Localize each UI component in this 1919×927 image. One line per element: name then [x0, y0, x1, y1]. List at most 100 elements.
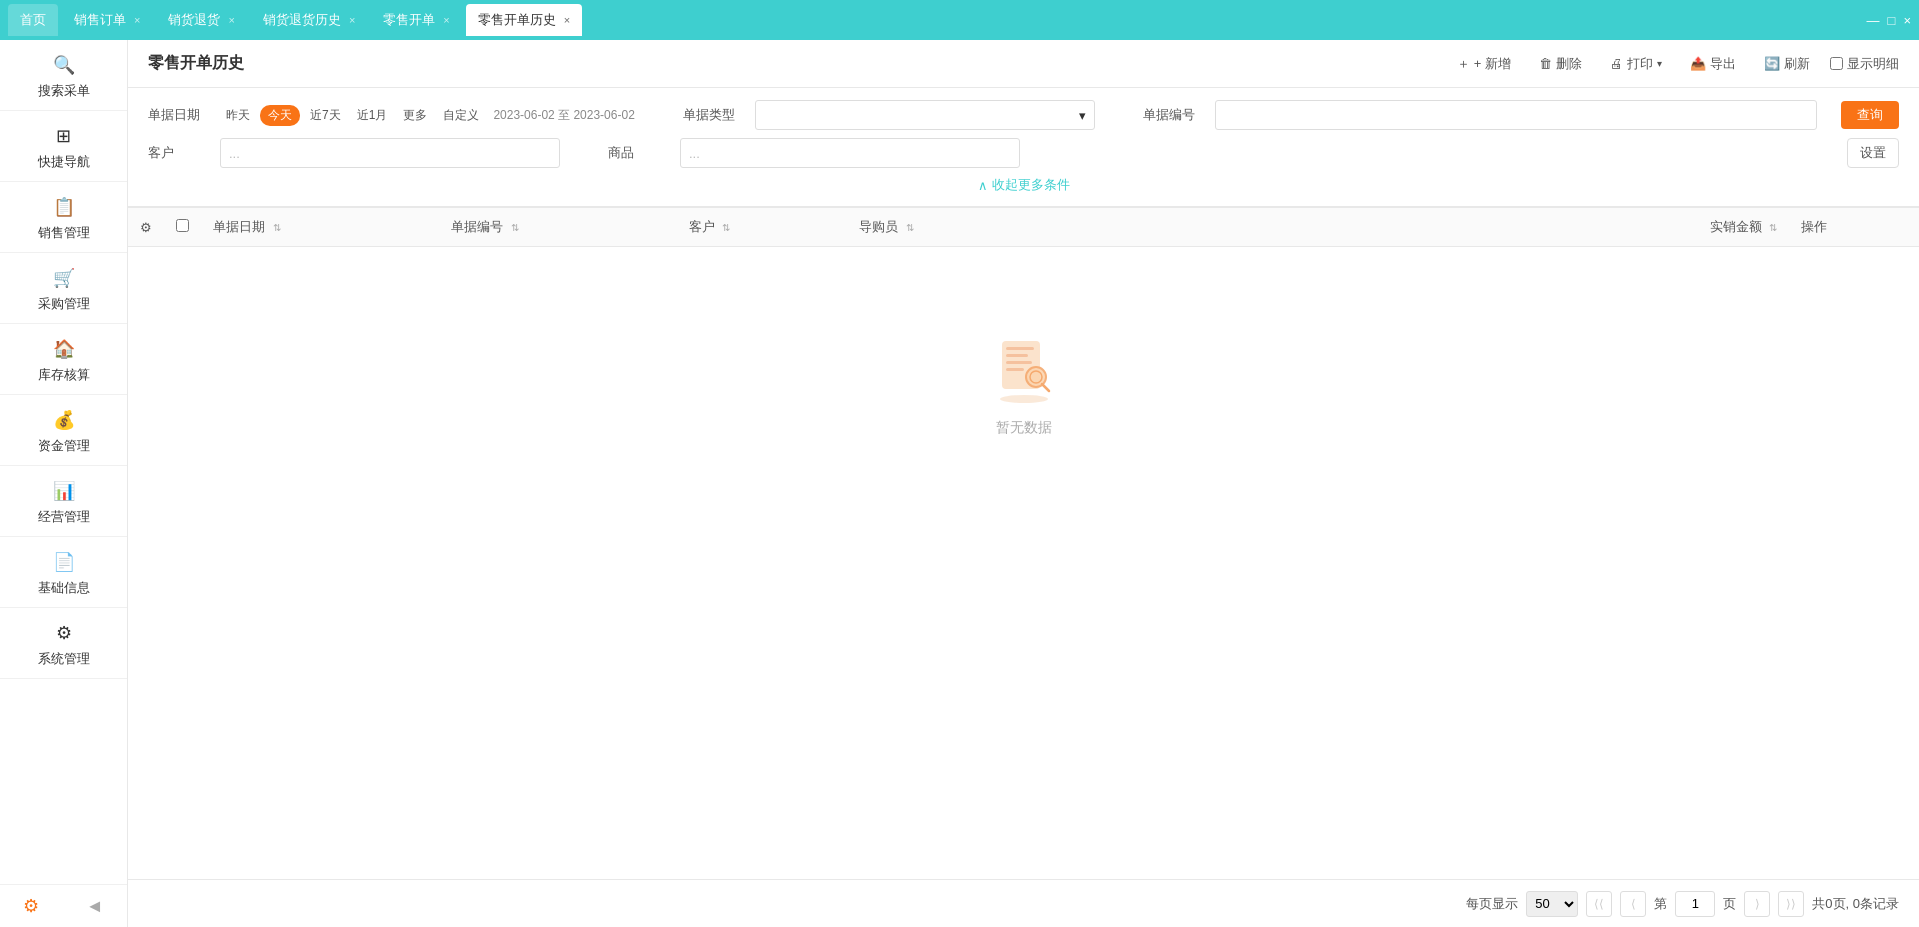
svg-rect-3 [1006, 354, 1028, 357]
window-close-btn[interactable]: × [1903, 13, 1911, 28]
delete-icon: 🗑 [1539, 56, 1552, 71]
col-customer[interactable]: 客户 ⇅ [677, 208, 847, 247]
goods-select[interactable]: ... [680, 138, 1020, 168]
tab-sales-return[interactable]: 销货退货 × [156, 4, 246, 36]
tab-sales-return-history[interactable]: 销货退货历史 × [251, 4, 367, 36]
col-date[interactable]: 单据日期 ⇅ [201, 208, 439, 247]
sidebar-item-sales[interactable]: 📋 销售管理 [0, 182, 127, 253]
add-button[interactable]: ＋ + 新增 [1449, 51, 1519, 77]
tab-retail-open-history-label: 零售开单历史 [478, 11, 556, 29]
sidebar-item-quick-nav-label: 快捷导航 [38, 153, 90, 171]
col-spacer [1051, 208, 1551, 247]
operations-icon: 📊 [53, 480, 75, 502]
add-label: + 新增 [1474, 55, 1511, 73]
col-no[interactable]: 单据编号 ⇅ [439, 208, 677, 247]
col-date-sort[interactable]: ⇅ [273, 222, 281, 233]
table-settings-icon[interactable]: ⚙ [140, 220, 152, 235]
sidebar-item-search[interactable]: 🔍 搜索采单 [0, 40, 127, 111]
tab-sales-return-close[interactable]: × [228, 14, 234, 26]
sidebar-item-inventory[interactable]: 🏠 库存核算 [0, 324, 127, 395]
col-settings[interactable]: ⚙ [128, 208, 164, 247]
tab-sales-return-history-close[interactable]: × [349, 14, 355, 26]
maximize-btn[interactable]: □ [1888, 13, 1896, 28]
sidebar-item-finance[interactable]: 💰 资金管理 [0, 395, 127, 466]
minimize-btn[interactable]: — [1867, 13, 1880, 28]
customer-select[interactable]: ... [220, 138, 560, 168]
customer-placeholder: ... [229, 146, 240, 161]
table-head: ⚙ 单据日期 ⇅ 单据编号 ⇅ [128, 208, 1919, 247]
date-btn-yesterday[interactable]: 昨天 [220, 105, 256, 126]
date-btn-7days[interactable]: 近7天 [304, 105, 347, 126]
first-page-btn[interactable]: ⟨⟨ [1586, 891, 1612, 917]
tab-sales-order-close[interactable]: × [134, 14, 140, 26]
print-button[interactable]: 🖨 打印 ▾ [1602, 51, 1670, 77]
svg-rect-5 [1006, 368, 1024, 371]
query-label: 查询 [1857, 106, 1883, 124]
tab-sales-order[interactable]: 销售订单 × [62, 4, 152, 36]
sidebar-settings-btn[interactable]: ⚙ [23, 895, 39, 917]
col-amount-label: 实销金额 [1710, 219, 1762, 234]
tab-retail-open-history-close[interactable]: × [564, 14, 570, 26]
sidebar-item-operations[interactable]: 📊 经营管理 [0, 466, 127, 537]
sidebar-collapse-btn[interactable]: ◄ [86, 896, 104, 917]
empty-state: 暂无数据 [128, 247, 1919, 517]
sidebar-item-purchase[interactable]: 🛒 采购管理 [0, 253, 127, 324]
sidebar-item-quick-nav[interactable]: ⊞ 快捷导航 [0, 111, 127, 182]
tab-retail-open[interactable]: 零售开单 × [371, 4, 461, 36]
sidebar-bottom: ⚙ ◄ [0, 884, 127, 927]
filter-area: 单据日期 昨天 今天 近7天 近1月 更多 自定义 2023-06-02 至 2… [128, 88, 1919, 207]
date-btn-today[interactable]: 今天 [260, 105, 300, 126]
bill-type-select[interactable]: ▾ [755, 100, 1095, 130]
last-page-btn[interactable]: ⟩⟩ [1778, 891, 1804, 917]
refresh-label: 刷新 [1784, 55, 1810, 73]
col-salesperson-label: 导购员 [859, 219, 898, 234]
bill-type-dropdown-icon: ▾ [1079, 108, 1086, 123]
header-actions: ＋ + 新增 🗑 删除 🖨 打印 ▾ 📤 导出 🔄 [1449, 51, 1899, 77]
refresh-icon: 🔄 [1764, 56, 1780, 71]
table-body: 暂无数据 [128, 247, 1919, 518]
next-page-btn[interactable]: ⟩ [1744, 891, 1770, 917]
show-detail-checkbox[interactable]: 显示明细 [1830, 55, 1899, 73]
collapse-up-icon: ∧ [978, 178, 988, 193]
basic-info-icon: 📄 [53, 551, 75, 573]
date-btn-custom[interactable]: 自定义 [437, 105, 485, 126]
prev-page-btn[interactable]: ⟨ [1620, 891, 1646, 917]
collapse-filter-btn[interactable]: ∧ 收起更多条件 [148, 176, 1899, 194]
sidebar-item-search-label: 搜索采单 [38, 82, 90, 100]
date-btn-1month[interactable]: 近1月 [351, 105, 394, 126]
bill-no-label: 单据编号 [1143, 106, 1199, 124]
col-salesperson[interactable]: 导购员 ⇅ [847, 208, 1051, 247]
date-btn-more[interactable]: 更多 [397, 105, 433, 126]
tab-sales-return-history-label: 销货退货历史 [263, 11, 341, 29]
settings-button[interactable]: 设置 [1847, 138, 1899, 168]
tab-retail-open-history[interactable]: 零售开单历史 × [466, 4, 582, 36]
col-amount-sort[interactable]: ⇅ [1769, 222, 1777, 233]
col-salesperson-sort[interactable]: ⇅ [906, 222, 914, 233]
date-filter-label: 单据日期 [148, 106, 204, 124]
col-no-sort[interactable]: ⇅ [511, 222, 519, 233]
tab-retail-open-close[interactable]: × [443, 14, 449, 26]
search-icon: 🔍 [53, 54, 75, 76]
page-title: 零售开单历史 [148, 53, 244, 74]
delete-button[interactable]: 🗑 删除 [1531, 51, 1590, 77]
col-amount[interactable]: 实销金额 ⇅ [1551, 208, 1789, 247]
select-all-checkbox[interactable] [176, 219, 189, 232]
export-button[interactable]: 📤 导出 [1682, 51, 1744, 77]
sidebar-item-system[interactable]: ⚙ 系统管理 [0, 608, 127, 679]
show-detail-input[interactable] [1830, 57, 1843, 70]
query-button[interactable]: 查询 [1841, 101, 1899, 129]
bill-no-input[interactable] [1215, 100, 1817, 130]
tab-home[interactable]: 首页 [8, 4, 58, 36]
inventory-icon: 🏠 [53, 338, 75, 360]
refresh-button[interactable]: 🔄 刷新 [1756, 51, 1818, 77]
col-customer-sort[interactable]: ⇅ [722, 222, 730, 233]
window-controls: — □ × [1867, 13, 1911, 28]
page-input[interactable] [1675, 891, 1715, 917]
table-area: ⚙ 单据日期 ⇅ 单据编号 ⇅ [128, 207, 1919, 879]
svg-point-0 [1000, 395, 1048, 403]
col-check[interactable] [164, 208, 201, 247]
sidebar-item-basic-info[interactable]: 📄 基础信息 [0, 537, 127, 608]
page-size-select[interactable]: 10 20 50 100 [1526, 891, 1578, 917]
delete-label: 删除 [1556, 55, 1582, 73]
export-label: 导出 [1710, 55, 1736, 73]
